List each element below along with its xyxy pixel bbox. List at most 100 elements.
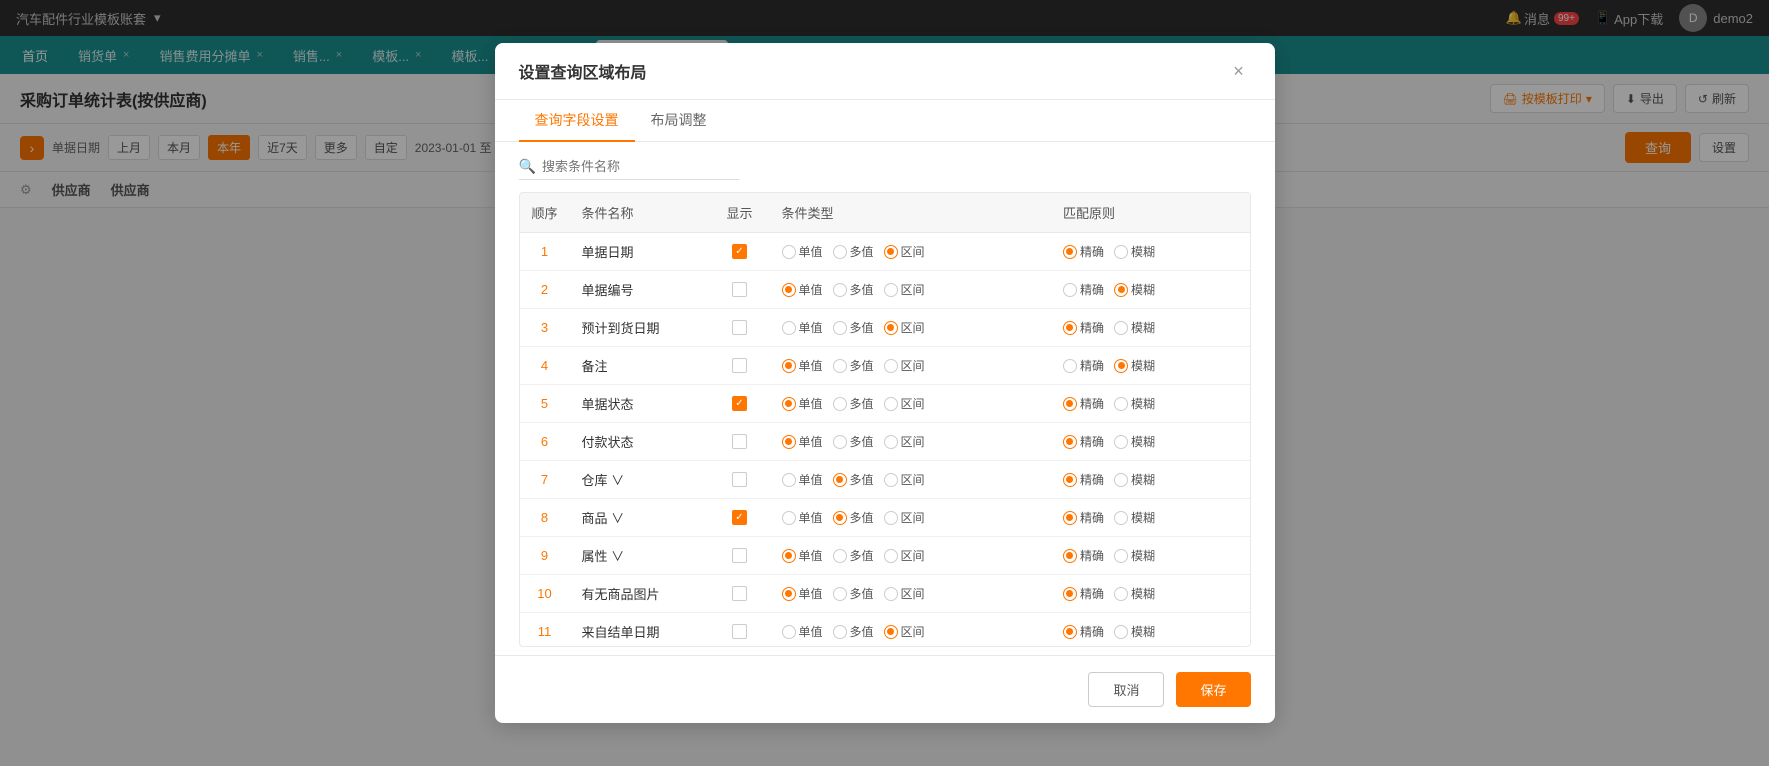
display-checkbox[interactable] — [732, 434, 747, 449]
row-display[interactable] — [710, 271, 770, 309]
row-match: 精确模糊 — [1051, 499, 1250, 537]
match-option[interactable]: 模糊 — [1114, 547, 1155, 564]
dialog-close-btn[interactable]: × — [1227, 59, 1251, 83]
type-option[interactable]: 单值 — [782, 357, 823, 374]
radio-dot — [1114, 549, 1128, 563]
radio-dot — [833, 397, 847, 411]
save-btn[interactable]: 保存 — [1176, 672, 1250, 707]
type-option[interactable]: 区间 — [884, 357, 925, 374]
radio-label: 精确 — [1080, 433, 1104, 450]
search-input[interactable] — [542, 159, 722, 174]
type-option[interactable]: 区间 — [884, 509, 925, 526]
radio-dot — [833, 549, 847, 563]
radio-dot — [782, 321, 796, 335]
type-option[interactable]: 多值 — [833, 395, 874, 412]
type-option[interactable]: 多值 — [833, 319, 874, 336]
type-option[interactable]: 区间 — [884, 243, 925, 260]
type-option[interactable]: 多值 — [833, 357, 874, 374]
type-option[interactable]: 单值 — [782, 433, 823, 450]
type-option[interactable]: 区间 — [884, 623, 925, 640]
match-option[interactable]: 精确 — [1063, 319, 1104, 336]
table-row: 6付款状态单值多值区间精确模糊 — [520, 423, 1250, 461]
type-option[interactable]: 单值 — [782, 319, 823, 336]
row-display[interactable] — [710, 423, 770, 461]
cancel-btn[interactable]: 取消 — [1088, 672, 1164, 707]
tab-layout-adjust[interactable]: 布局调整 — [635, 100, 723, 142]
match-option[interactable]: 精确 — [1063, 281, 1104, 298]
match-option[interactable]: 模糊 — [1114, 471, 1155, 488]
match-option[interactable]: 精确 — [1063, 623, 1104, 640]
row-display[interactable] — [710, 309, 770, 347]
display-checkbox[interactable] — [732, 548, 747, 563]
row-display[interactable] — [710, 537, 770, 575]
row-type: 单值多值区间 — [770, 309, 1051, 347]
match-option[interactable]: 精确 — [1063, 509, 1104, 526]
match-option[interactable]: 模糊 — [1114, 243, 1155, 260]
match-option[interactable]: 精确 — [1063, 433, 1104, 450]
type-option[interactable]: 区间 — [884, 319, 925, 336]
row-display[interactable] — [710, 575, 770, 613]
display-checkbox[interactable] — [732, 396, 747, 411]
display-checkbox[interactable] — [732, 472, 747, 487]
type-option[interactable]: 区间 — [884, 395, 925, 412]
display-checkbox[interactable] — [732, 358, 747, 373]
type-option[interactable]: 单值 — [782, 547, 823, 564]
type-option[interactable]: 单值 — [782, 243, 823, 260]
row-display[interactable] — [710, 233, 770, 271]
radio-label: 精确 — [1080, 585, 1104, 602]
type-option[interactable]: 多值 — [833, 509, 874, 526]
row-display[interactable] — [710, 499, 770, 537]
match-option[interactable]: 精确 — [1063, 395, 1104, 412]
match-option[interactable]: 模糊 — [1114, 281, 1155, 298]
match-option[interactable]: 模糊 — [1114, 623, 1155, 640]
type-option[interactable]: 多值 — [833, 547, 874, 564]
radio-dot — [833, 625, 847, 639]
radio-label: 区间 — [901, 471, 925, 488]
match-option[interactable]: 精确 — [1063, 547, 1104, 564]
row-display[interactable] — [710, 385, 770, 423]
match-option[interactable]: 模糊 — [1114, 319, 1155, 336]
tab-field-settings[interactable]: 查询字段设置 — [519, 100, 635, 142]
row-type: 单值多值区间 — [770, 613, 1051, 648]
match-option[interactable]: 精确 — [1063, 357, 1104, 374]
match-option[interactable]: 模糊 — [1114, 395, 1155, 412]
display-checkbox[interactable] — [732, 586, 747, 601]
radio-label: 多值 — [850, 471, 874, 488]
type-option[interactable]: 单值 — [782, 623, 823, 640]
type-option[interactable]: 单值 — [782, 585, 823, 602]
type-option[interactable]: 区间 — [884, 547, 925, 564]
type-option[interactable]: 单值 — [782, 509, 823, 526]
match-option[interactable]: 精确 — [1063, 243, 1104, 260]
match-option[interactable]: 模糊 — [1114, 357, 1155, 374]
display-checkbox[interactable] — [732, 510, 747, 525]
type-option[interactable]: 多值 — [833, 433, 874, 450]
type-option[interactable]: 区间 — [884, 585, 925, 602]
row-order: 1 — [520, 233, 570, 271]
display-checkbox[interactable] — [732, 320, 747, 335]
type-option[interactable]: 区间 — [884, 433, 925, 450]
type-option[interactable]: 区间 — [884, 471, 925, 488]
display-checkbox[interactable] — [732, 244, 747, 259]
config-table: 顺序 条件名称 显示 条件类型 匹配原则 1单据日期单值多值区间精确模糊2单据编… — [519, 192, 1251, 647]
type-option[interactable]: 区间 — [884, 281, 925, 298]
dialog-tabs: 查询字段设置 布局调整 — [495, 100, 1275, 142]
match-option[interactable]: 模糊 — [1114, 585, 1155, 602]
match-option[interactable]: 精确 — [1063, 471, 1104, 488]
type-option[interactable]: 单值 — [782, 395, 823, 412]
row-display[interactable] — [710, 613, 770, 648]
match-option[interactable]: 模糊 — [1114, 433, 1155, 450]
radio-label: 单值 — [799, 281, 823, 298]
type-option[interactable]: 多值 — [833, 471, 874, 488]
type-option[interactable]: 多值 — [833, 243, 874, 260]
match-option[interactable]: 模糊 — [1114, 509, 1155, 526]
type-option[interactable]: 多值 — [833, 585, 874, 602]
display-checkbox[interactable] — [732, 624, 747, 639]
type-option[interactable]: 单值 — [782, 471, 823, 488]
type-option[interactable]: 多值 — [833, 281, 874, 298]
match-option[interactable]: 精确 — [1063, 585, 1104, 602]
display-checkbox[interactable] — [732, 282, 747, 297]
row-display[interactable] — [710, 461, 770, 499]
type-option[interactable]: 多值 — [833, 623, 874, 640]
row-display[interactable] — [710, 347, 770, 385]
type-option[interactable]: 单值 — [782, 281, 823, 298]
